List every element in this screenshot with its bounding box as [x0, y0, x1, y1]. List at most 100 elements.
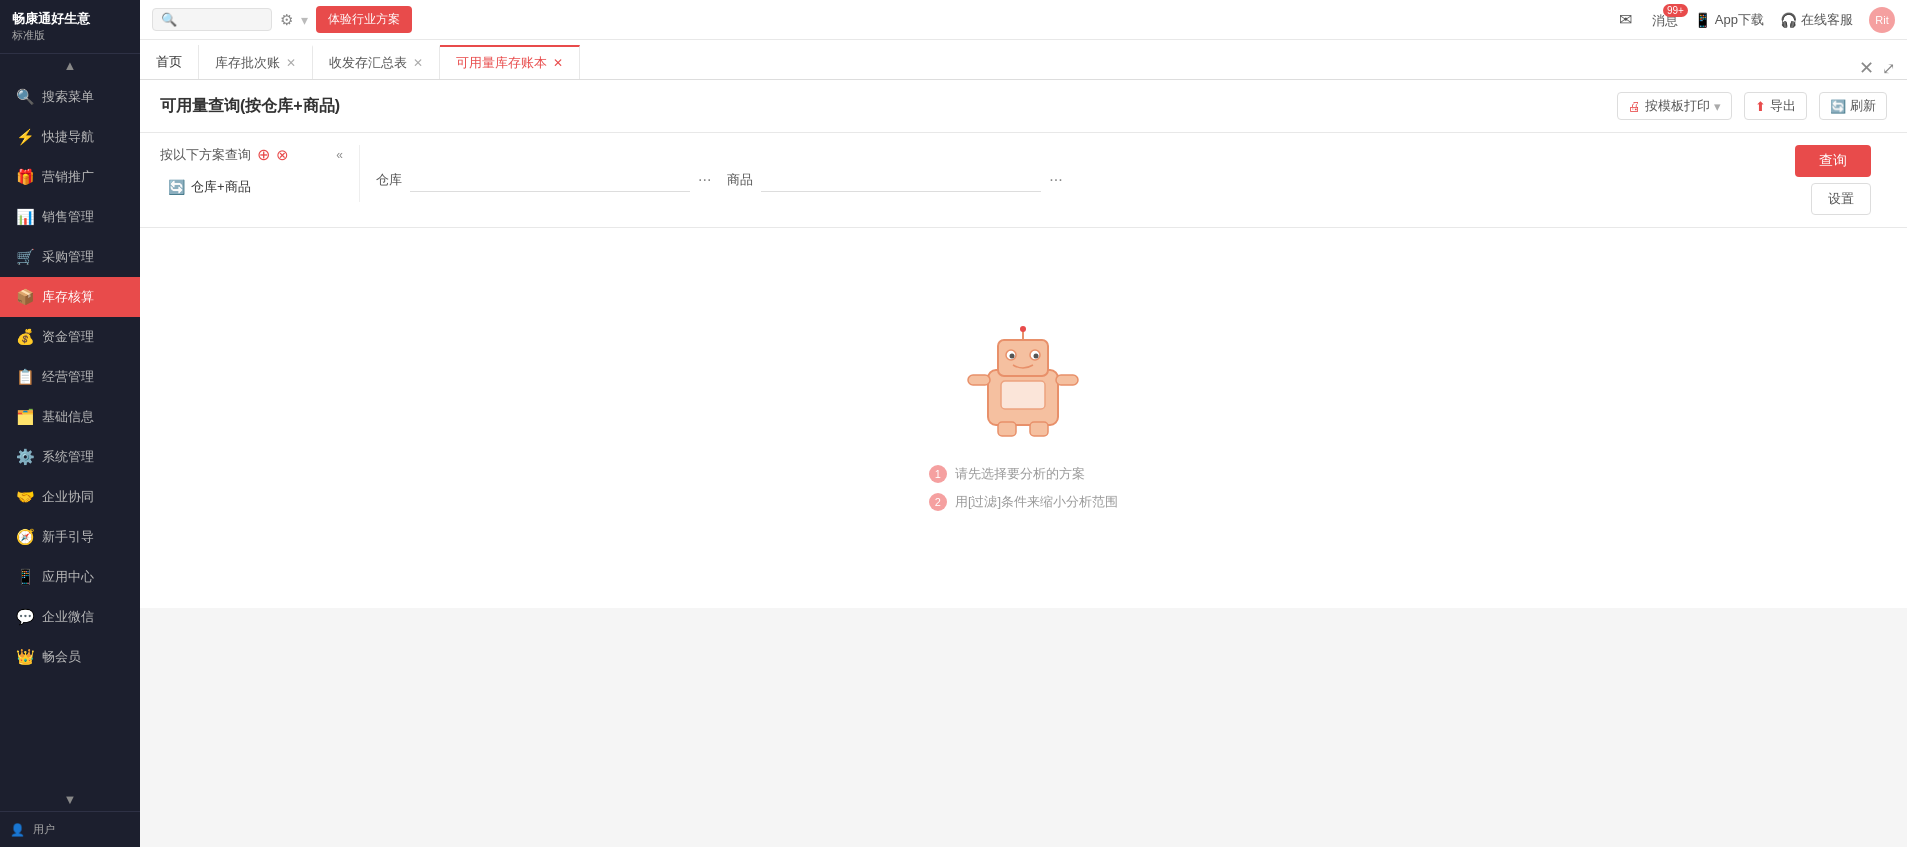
svg-point-5: [1034, 354, 1039, 359]
gift-icon: 🎁: [16, 168, 34, 186]
top-header: 🔍 ⚙ ▾ 体验行业方案 ✉ 99+ 消息 📱 App下载 🎧 在线客服: [140, 0, 1907, 40]
page-content: 可用量查询(按仓库+商品) 🖨 按模板打印 ▾ ⬆ 导出 🔄 刷新: [140, 80, 1907, 847]
sidebar-item-operations[interactable]: 📋 经营管理: [0, 357, 140, 397]
content-area: 1 请先选择要分析的方案 2 用[过滤]条件来缩小分析范围: [140, 228, 1907, 608]
mobile-icon: 📱: [16, 568, 34, 586]
sidebar-item-finance[interactable]: 💰 资金管理: [0, 317, 140, 357]
sidebar-scroll-down[interactable]: ▼: [0, 788, 140, 811]
sidebar-item-basic[interactable]: 🗂️ 基础信息: [0, 397, 140, 437]
sidebar-item-label: 快捷导航: [42, 128, 94, 146]
sidebar-item-label: 采购管理: [42, 248, 94, 266]
settings-btn[interactable]: 设置: [1811, 183, 1871, 215]
main-area: 🔍 ⚙ ▾ 体验行业方案 ✉ 99+ 消息 📱 App下载 🎧 在线客服: [140, 0, 1907, 847]
empty-state: 1 请先选择要分析的方案 2 用[过滤]条件来缩小分析范围: [929, 245, 1118, 591]
sidebar: 畅康通好生意 标准版 ▲ 🔍 搜索菜单 ⚡ 快捷导航 🎁 营销推广 📊 销售管理…: [0, 0, 140, 847]
sidebar-item-label: 资金管理: [42, 328, 94, 346]
scheme-header: 按以下方案查询 ⊕ ⊗ «: [160, 145, 343, 164]
product-input[interactable]: [761, 168, 1041, 192]
user-name: 用户: [33, 822, 55, 837]
tabs-bar: 首页 库存批次账 ✕ 收发存汇总表 ✕ 可用量库存账本 ✕ ✕ ⤢: [140, 40, 1907, 80]
filter-row-1: 仓库 ··· 商品 ··· 查询 设置: [376, 145, 1871, 215]
money-icon: 💰: [16, 328, 34, 346]
sidebar-item-label: 企业微信: [42, 608, 94, 626]
refresh-btn[interactable]: 🔄 刷新: [1819, 92, 1887, 120]
chart-icon: 📊: [16, 208, 34, 226]
folder-icon: 🗂️: [16, 408, 34, 426]
sidebar-item-member[interactable]: 👑 畅会员: [0, 637, 140, 677]
message-icon: ✉: [1619, 11, 1632, 28]
tab-receive-summary-close[interactable]: ✕: [413, 56, 423, 70]
add-scheme-icon[interactable]: ⊕: [257, 145, 270, 164]
tab-home[interactable]: 首页: [140, 45, 199, 79]
header-dropdown-icon[interactable]: ▾: [301, 12, 308, 28]
tip-num-2: 2: [929, 493, 947, 511]
svg-point-4: [1010, 354, 1015, 359]
close-tab-icon[interactable]: ✕: [1859, 57, 1874, 79]
gear-icon: ⚙️: [16, 448, 34, 466]
header-search-box[interactable]: 🔍: [152, 8, 272, 31]
tab-home-label: 首页: [156, 53, 182, 71]
user-icon: 👤: [10, 823, 25, 837]
query-btn[interactable]: 查询: [1795, 145, 1871, 177]
tab-available-ledger-close[interactable]: ✕: [553, 56, 563, 70]
headset-icon: 🎧: [1780, 12, 1797, 28]
search-icon: 🔍: [161, 12, 177, 27]
sidebar-item-enterprise[interactable]: 🤝 企业协同: [0, 477, 140, 517]
user-avatar[interactable]: Rit: [1869, 7, 1895, 33]
header-gear-icon[interactable]: ⚙: [280, 11, 293, 29]
industry-btn[interactable]: 体验行业方案: [316, 6, 412, 33]
sidebar-item-sales[interactable]: 📊 销售管理: [0, 197, 140, 237]
collapse-icon[interactable]: «: [336, 148, 343, 162]
phone-icon: 📱: [1694, 12, 1711, 28]
sidebar-item-wechat[interactable]: 💬 企业微信: [0, 597, 140, 637]
tip-text-1: 请先选择要分析的方案: [955, 465, 1085, 483]
sidebar-item-label: 经营管理: [42, 368, 94, 386]
sidebar-item-guide[interactable]: 🧭 新手引导: [0, 517, 140, 557]
scheme-item-warehouse-product[interactable]: 🔄 仓库+商品: [160, 172, 343, 202]
tab-batch-ledger-label: 库存批次账: [215, 54, 280, 72]
refresh-icon: 🔄: [1830, 99, 1846, 114]
service-btn[interactable]: 🎧 在线客服: [1780, 11, 1853, 29]
crown-icon: 👑: [16, 648, 34, 666]
print-btn[interactable]: 🖨 按模板打印 ▾: [1617, 92, 1732, 120]
export-btn[interactable]: ⬆ 导出: [1744, 92, 1807, 120]
sidebar-item-label: 基础信息: [42, 408, 94, 426]
scheme-item-label: 仓库+商品: [191, 178, 251, 196]
header-search-input[interactable]: [181, 13, 261, 27]
svg-rect-12: [1001, 381, 1045, 409]
sidebar-item-label: 新手引导: [42, 528, 94, 546]
empty-illustration: [963, 325, 1083, 445]
maximize-icon[interactable]: ⤢: [1882, 59, 1895, 78]
sidebar-item-purchase[interactable]: 🛒 采购管理: [0, 237, 140, 277]
sidebar-item-marketing[interactable]: 🎁 营销推广: [0, 157, 140, 197]
print-dropdown-icon[interactable]: ▾: [1714, 99, 1721, 114]
tab-receive-summary[interactable]: 收发存汇总表 ✕: [313, 45, 440, 79]
tab-batch-ledger-close[interactable]: ✕: [286, 56, 296, 70]
warehouse-ellipsis[interactable]: ···: [698, 171, 711, 189]
warehouse-input[interactable]: [410, 168, 690, 192]
sidebar-item-system[interactable]: ⚙️ 系统管理: [0, 437, 140, 477]
compass-icon: 🧭: [16, 528, 34, 546]
app-download-btn[interactable]: 📱 App下载: [1694, 11, 1764, 29]
print-label: 按模板打印: [1645, 97, 1710, 115]
sidebar-item-label: 企业协同: [42, 488, 94, 506]
sidebar-item-label: 应用中心: [42, 568, 94, 586]
sidebar-item-search[interactable]: 🔍 搜索菜单: [0, 77, 140, 117]
sidebar-item-appcenter[interactable]: 📱 应用中心: [0, 557, 140, 597]
tab-batch-ledger[interactable]: 库存批次账 ✕: [199, 45, 313, 79]
scheme-header-label: 按以下方案查询: [160, 146, 251, 164]
empty-tip-1: 1 请先选择要分析的方案: [929, 465, 1118, 483]
sidebar-item-shortcut[interactable]: ⚡ 快捷导航: [0, 117, 140, 157]
refresh-label: 刷新: [1850, 97, 1876, 115]
svg-rect-9: [1030, 422, 1048, 436]
sidebar-item-label: 销售管理: [42, 208, 94, 226]
sidebar-scroll-up[interactable]: ▲: [0, 54, 140, 77]
product-label: 商品: [727, 171, 753, 189]
sidebar-item-inventory[interactable]: 📦 库存核算: [0, 277, 140, 317]
tab-available-ledger[interactable]: 可用量库存账本 ✕: [440, 45, 580, 79]
tip-text-2: 用[过滤]条件来缩小分析范围: [955, 493, 1118, 511]
export-label: 导出: [1770, 97, 1796, 115]
product-ellipsis[interactable]: ···: [1049, 171, 1062, 189]
message-btn[interactable]: ✉ 99+ 消息: [1619, 10, 1678, 30]
manage-scheme-icon[interactable]: ⊗: [276, 146, 289, 164]
